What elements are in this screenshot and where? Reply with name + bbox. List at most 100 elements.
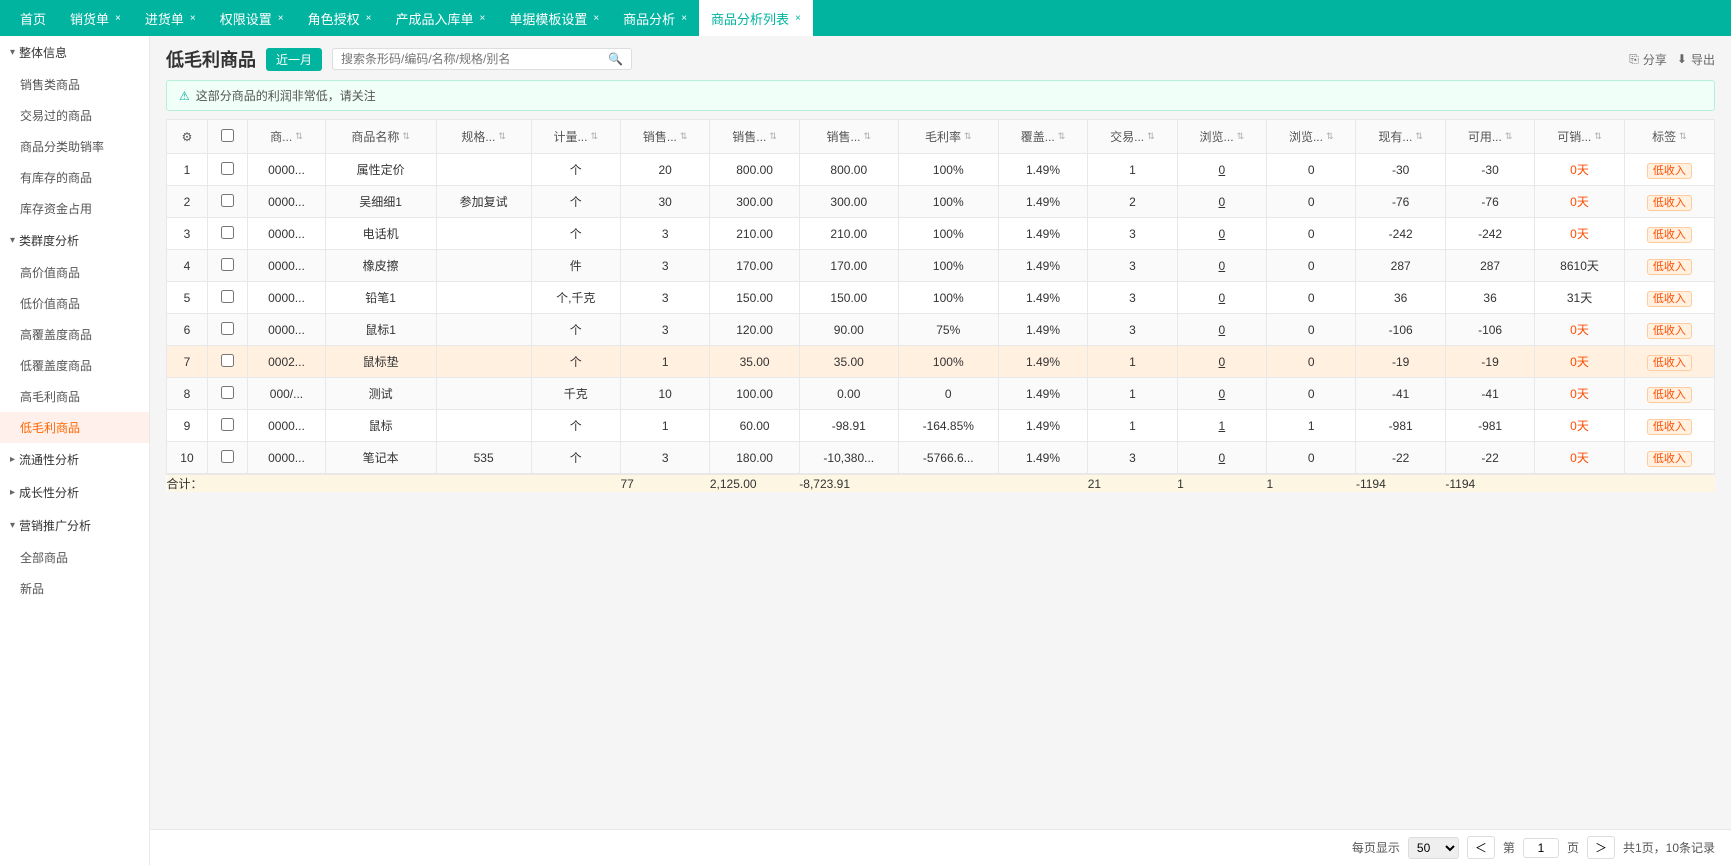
col-sales-amount[interactable]: 销售...⇅: [799, 120, 898, 154]
next-page-button[interactable]: ＞: [1587, 836, 1615, 859]
sidebar-item-high-margin[interactable]: 高毛利商品: [0, 381, 149, 412]
col-view2[interactable]: 浏览...⇅: [1267, 120, 1356, 154]
nav-purchase-order[interactable]: 进货单 ×: [133, 0, 208, 36]
row-view1[interactable]: 0: [1177, 442, 1266, 475]
row-view1[interactable]: 0: [1177, 154, 1266, 186]
sidebar-group-growth[interactable]: ▸ 成长性分析: [0, 476, 149, 509]
row-select-checkbox[interactable]: [221, 450, 234, 463]
close-icon[interactable]: ×: [115, 13, 121, 24]
row-select-checkbox[interactable]: [221, 258, 234, 271]
row-select-checkbox[interactable]: [221, 194, 234, 207]
sidebar-item-high-value[interactable]: 高价值商品: [0, 257, 149, 288]
close-icon[interactable]: ×: [190, 13, 196, 24]
share-button[interactable]: ⎘ 分享: [1629, 51, 1667, 68]
row-view1[interactable]: 0: [1177, 346, 1266, 378]
col-saleable[interactable]: 可销...⇅: [1535, 120, 1624, 154]
row-checkbox[interactable]: [207, 410, 247, 442]
col-code[interactable]: 商...⇅: [248, 120, 325, 154]
row-select-checkbox[interactable]: [221, 354, 234, 367]
row-select-checkbox[interactable]: [221, 162, 234, 175]
row-select-checkbox[interactable]: [221, 226, 234, 239]
row-view1[interactable]: 1: [1177, 410, 1266, 442]
row-select-checkbox[interactable]: [221, 290, 234, 303]
col-sales-qty[interactable]: 销售...⇅: [620, 120, 709, 154]
nav-sales-order[interactable]: 销货单 ×: [58, 0, 133, 36]
close-icon[interactable]: ×: [366, 13, 372, 24]
col-current[interactable]: 现有...⇅: [1356, 120, 1445, 154]
sidebar-item-low-margin[interactable]: 低毛利商品: [0, 412, 149, 443]
sidebar-item-all-goods[interactable]: 全部商品: [0, 542, 149, 573]
row-checkbox[interactable]: [207, 218, 247, 250]
row-view1[interactable]: 0: [1177, 250, 1266, 282]
row-name: 测试: [325, 378, 436, 410]
export-button[interactable]: ⬇ 导出: [1677, 51, 1715, 68]
row-checkbox[interactable]: [207, 346, 247, 378]
row-transaction: 3: [1088, 282, 1177, 314]
close-icon[interactable]: ×: [479, 13, 485, 24]
sidebar-group-circulation[interactable]: ▸ 流通性分析: [0, 443, 149, 476]
col-coverage[interactable]: 覆盖...⇅: [998, 120, 1087, 154]
col-sales-price[interactable]: 销售...⇅: [710, 120, 799, 154]
select-all-checkbox[interactable]: [221, 129, 234, 142]
prev-page-button[interactable]: ＜: [1467, 836, 1495, 859]
settings-icon[interactable]: ⚙: [182, 130, 193, 144]
row-available: 287: [1445, 250, 1534, 282]
row-checkbox[interactable]: [207, 250, 247, 282]
row-checkbox[interactable]: [207, 314, 247, 346]
close-icon[interactable]: ×: [593, 13, 599, 24]
close-icon[interactable]: ×: [278, 13, 284, 24]
sidebar-item-high-coverage[interactable]: 高覆盖度商品: [0, 319, 149, 350]
close-icon[interactable]: ×: [681, 13, 687, 24]
close-icon[interactable]: ×: [795, 13, 801, 24]
nav-home[interactable]: 首页: [8, 0, 58, 36]
row-checkbox[interactable]: [207, 186, 247, 218]
col-unit[interactable]: 计量...⇅: [531, 120, 620, 154]
row-checkbox[interactable]: [207, 378, 247, 410]
row-checkbox[interactable]: [207, 282, 247, 314]
col-view1[interactable]: 浏览...⇅: [1177, 120, 1266, 154]
sidebar-item-low-value[interactable]: 低价值商品: [0, 288, 149, 319]
table-container[interactable]: ⚙ 商...⇅ 商品名称⇅ 规格...⇅ 计量...⇅ 销售...⇅ 销售...…: [166, 119, 1715, 829]
col-checkbox[interactable]: [207, 120, 247, 154]
sidebar-item-inventory-capital[interactable]: 库存资金占用: [0, 193, 149, 224]
per-page-select[interactable]: 50 20 100: [1408, 837, 1459, 859]
row-select-checkbox[interactable]: [221, 418, 234, 431]
nav-template-settings[interactable]: 单据模板设置 ×: [497, 0, 611, 36]
sidebar-item-new-goods[interactable]: 新品: [0, 573, 149, 604]
sidebar-item-low-coverage[interactable]: 低覆盖度商品: [0, 350, 149, 381]
nav-goods-analysis-list[interactable]: 商品分析列表 ×: [699, 0, 813, 36]
nav-goods-analysis[interactable]: 商品分析 ×: [611, 0, 699, 36]
row-select-checkbox[interactable]: [221, 386, 234, 399]
row-view1[interactable]: 0: [1177, 282, 1266, 314]
col-settings[interactable]: ⚙: [167, 120, 208, 154]
sidebar-group-cluster[interactable]: ▾ 类群度分析: [0, 224, 149, 257]
period-button[interactable]: 近一月: [266, 48, 322, 71]
col-gross-rate[interactable]: 毛利率⇅: [898, 120, 998, 154]
nav-role-auth[interactable]: 角色授权 ×: [296, 0, 384, 36]
sidebar-item-traded-goods[interactable]: 交易过的商品: [0, 100, 149, 131]
col-available[interactable]: 可用...⇅: [1445, 120, 1534, 154]
sidebar-item-sales-goods[interactable]: 销售类商品: [0, 69, 149, 100]
sidebar-group-overall[interactable]: ▾ 整体信息: [0, 36, 149, 69]
nav-permission[interactable]: 权限设置 ×: [208, 0, 296, 36]
row-view1[interactable]: 0: [1177, 186, 1266, 218]
row-tag: 低收入: [1624, 378, 1714, 410]
table-row: 8 000/... 测试 千克 10 100.00 0.00 0 1.49% 1…: [167, 378, 1715, 410]
col-spec[interactable]: 规格...⇅: [436, 120, 531, 154]
col-tag[interactable]: 标签⇅: [1624, 120, 1714, 154]
sidebar-item-inventory-goods[interactable]: 有库存的商品: [0, 162, 149, 193]
search-input[interactable]: [341, 52, 604, 66]
row-view1[interactable]: 0: [1177, 314, 1266, 346]
row-checkbox[interactable]: [207, 442, 247, 475]
col-name[interactable]: 商品名称⇅: [325, 120, 436, 154]
row-view1[interactable]: 0: [1177, 378, 1266, 410]
sidebar-item-category-rate[interactable]: 商品分类助销率: [0, 131, 149, 162]
nav-product-inbound[interactable]: 产成品入库单 ×: [383, 0, 497, 36]
page-number-input[interactable]: [1523, 838, 1559, 858]
row-select-checkbox[interactable]: [221, 322, 234, 335]
row-checkbox[interactable]: [207, 154, 247, 186]
row-view1[interactable]: 0: [1177, 218, 1266, 250]
search-icon[interactable]: 🔍: [608, 52, 623, 66]
sidebar-group-marketing[interactable]: ▾ 营销推广分析: [0, 509, 149, 542]
col-transaction[interactable]: 交易...⇅: [1088, 120, 1177, 154]
